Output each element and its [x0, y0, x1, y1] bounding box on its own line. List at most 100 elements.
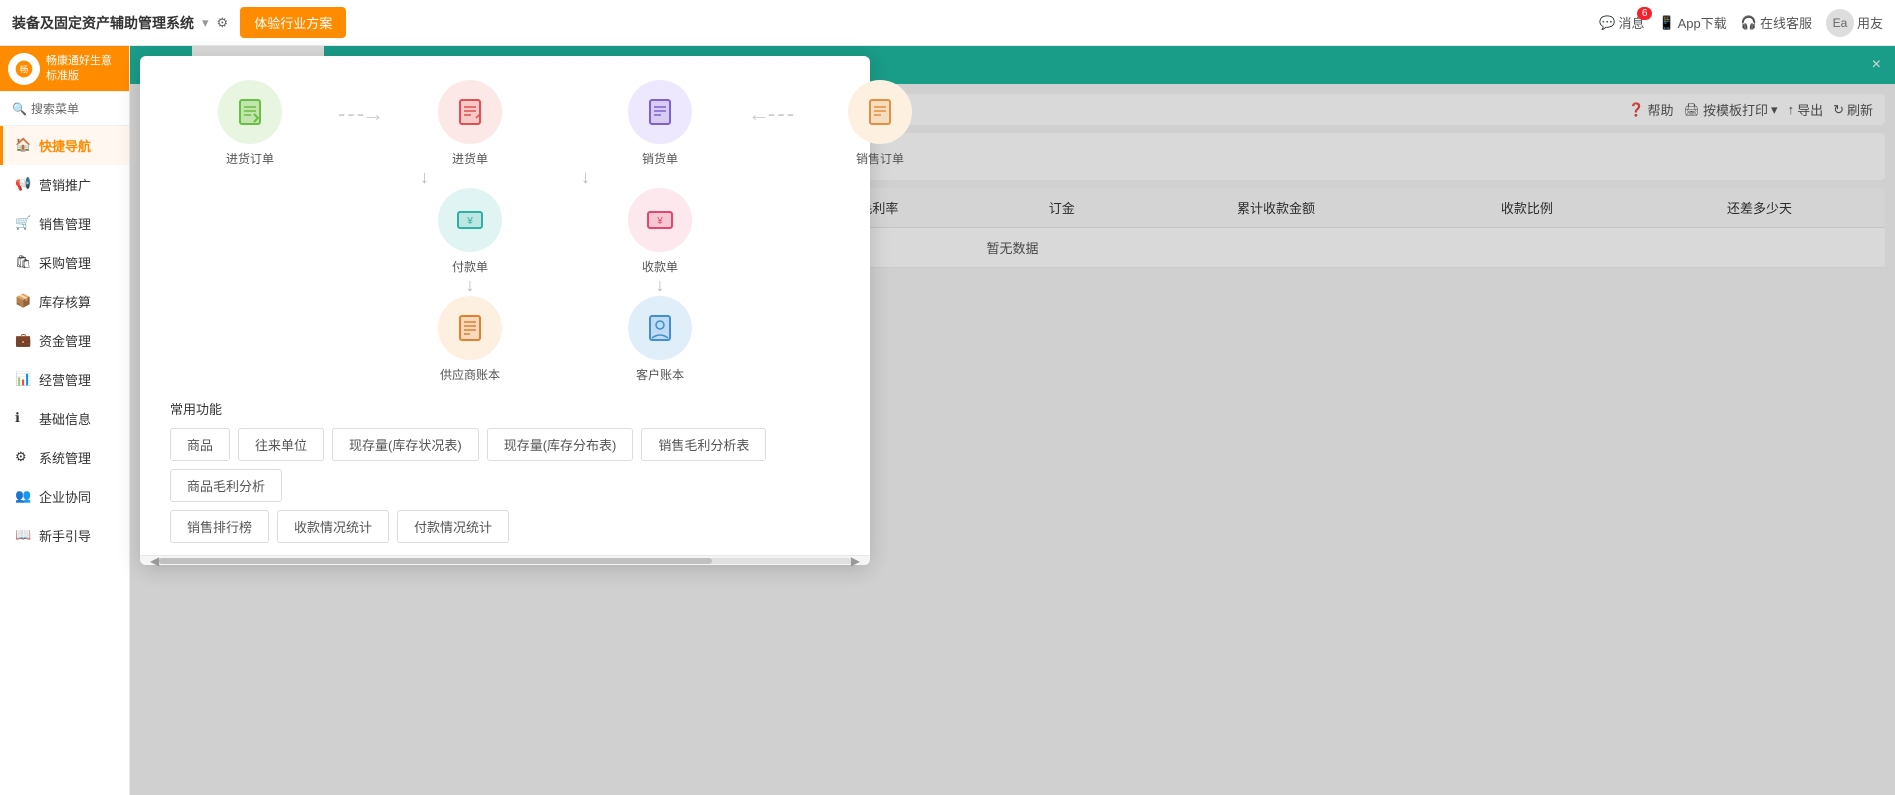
bag-icon: 🛍 [15, 254, 33, 272]
func-btn-stock-status[interactable]: 现存量(库存状况表) [332, 428, 479, 461]
sidebar-item-enterprise[interactable]: 👥 企业协同 [0, 477, 129, 516]
customer-account-label: 客户账本 [636, 366, 684, 383]
sidebar-nav: 🏠 快捷导航 📢 营销推广 🛒 销售管理 🛍 采购管理 📦 库存核 [0, 126, 129, 795]
modal-scrollbar: ◀ ▶ [140, 555, 870, 565]
func-btn-stock-dist[interactable]: 现存量(库存分布表) [487, 428, 634, 461]
func-btn-sales-profit[interactable]: 销售毛利分析表 [641, 428, 766, 461]
svg-text:¥: ¥ [656, 216, 663, 227]
func-buttons-row2: 销售排行榜 收款情况统计 付款情况统计 [170, 510, 840, 543]
megaphone-icon: 📢 [15, 176, 33, 194]
app-download-icon: 📱 [1658, 15, 1674, 31]
arrow-down-payment: ↓ [466, 275, 475, 296]
purchase-order-icon [218, 84, 282, 144]
home-icon: 🏠 [15, 137, 33, 155]
payment-bill-label: 付款单 [452, 258, 488, 275]
scrollbar-thumb[interactable] [159, 558, 712, 564]
receipt-bill-label: 收款单 [642, 258, 678, 275]
func-btn-sales-rank[interactable]: 销售排行榜 [170, 510, 269, 543]
sidebar-item-basic[interactable]: ℹ 基础信息 [0, 399, 129, 438]
flow-node-supplier-account[interactable]: 供应商账本 [390, 296, 550, 383]
online-service-button[interactable]: 🎧 在线客服 [1741, 13, 1812, 32]
logo-icon: 畅 [8, 53, 40, 85]
logo-text: 畅康通好生意 标准版 [46, 54, 112, 83]
wallet-icon: 💼 [15, 332, 33, 350]
func-btn-product[interactable]: 商品 [170, 428, 230, 461]
sidebar-item-label: 基础信息 [39, 409, 91, 428]
online-service-label: 在线客服 [1760, 13, 1812, 32]
scroll-right-arrow[interactable]: ▶ [851, 554, 860, 568]
user-label: 用友 [1857, 13, 1883, 32]
receipt-bill-icon: ¥ [628, 188, 692, 252]
sidebar-item-quick-nav[interactable]: 🏠 快捷导航 [0, 126, 129, 165]
user-menu[interactable]: Ea 用友 [1826, 9, 1883, 37]
scrollbar-track[interactable] [159, 558, 851, 564]
supplier-account-icon [438, 296, 502, 360]
app-download-label: App下载 [1678, 13, 1727, 32]
sidebar-item-purchase[interactable]: 🛍 采购管理 [0, 243, 129, 282]
sidebar-item-operation[interactable]: 📊 经营管理 [0, 360, 129, 399]
app-download-button[interactable]: 📱 App下载 [1658, 13, 1726, 32]
logo-area: 畅 畅康通好生意 标准版 [0, 46, 129, 92]
sidebar-item-label: 企业协同 [39, 487, 91, 506]
guide-icon: 📖 [15, 527, 33, 545]
sidebar-item-newbie[interactable]: 📖 新手引导 [0, 516, 129, 555]
message-icon: 💬 [1599, 15, 1615, 31]
sidebar-item-label: 经营管理 [39, 370, 91, 389]
sale-bill-label: 销货单 [642, 150, 678, 167]
func-btn-product-profit[interactable]: 商品毛利分析 [170, 469, 282, 502]
flow-node-customer-account[interactable]: 客户账本 [580, 296, 740, 383]
team-icon: 👥 [15, 488, 33, 506]
sidebar-item-label: 快捷导航 [39, 136, 91, 155]
flow-node-receipt-bill[interactable]: ¥ 收款单 [580, 188, 740, 275]
arrow-down-purchase: ↓ [420, 167, 429, 188]
flow-node-payment-bill[interactable]: ¥ 付款单 [390, 188, 550, 275]
payment-bill-icon: ¥ [438, 188, 502, 252]
flow-node-sale-order[interactable]: 销售订单 [800, 84, 960, 167]
func-btn-payment-stat[interactable]: 付款情况统计 [397, 510, 509, 543]
chart-icon: 📊 [15, 371, 33, 389]
sidebar-item-label: 库存核算 [39, 292, 91, 311]
modal-box: 进货订单 - - -→ 进货单 [140, 84, 870, 565]
sidebar-item-label: 资金管理 [39, 331, 91, 350]
svg-text:¥: ¥ [466, 216, 473, 227]
sidebar-item-inventory[interactable]: 📦 库存核算 [0, 282, 129, 321]
modal-overlay[interactable]: 进货订单 - - -→ 进货单 [130, 84, 1895, 795]
system-dropdown-icon[interactable]: ▾ [202, 15, 209, 31]
headset-icon: 🎧 [1741, 15, 1757, 31]
sidebar-item-sales[interactable]: 🛒 销售管理 [0, 204, 129, 243]
sale-order-icon [848, 84, 912, 144]
search-icon: 🔍 [12, 102, 27, 116]
sale-order-label: 销售订单 [856, 150, 904, 167]
system-title: 装备及固定资产辅助管理系统 [12, 13, 194, 33]
flow-node-purchase-bill[interactable]: 进货单 [390, 84, 550, 167]
sidebar-item-system[interactable]: ⚙ 系统管理 [0, 438, 129, 477]
flow-node-sale-bill[interactable]: 销货单 [580, 84, 740, 167]
sidebar-item-label: 销售管理 [39, 214, 91, 233]
sidebar-item-label: 采购管理 [39, 253, 91, 272]
func-buttons-row1: 商品 往来单位 现存量(库存状况表) 现存量(库存分布表) 销售毛利分析表 商品… [170, 428, 840, 502]
page-content: ❓ 帮助 🖨 按模板打印 ▾ ↑ 导出 ↻ 刷新 [130, 84, 1895, 795]
gear-icon: ⚙ [15, 449, 33, 467]
search-menu[interactable]: 🔍 搜索菜单 [0, 92, 129, 126]
sidebar-item-label: 系统管理 [39, 448, 91, 467]
sidebar-item-label: 营销推广 [39, 175, 91, 194]
func-btn-receipt-stat[interactable]: 收款情况统计 [277, 510, 389, 543]
message-button[interactable]: 💬 消息 6 [1599, 13, 1644, 32]
flow-node-purchase-order[interactable]: 进货订单 [170, 84, 330, 167]
arrow-down-sale: ↓ [581, 167, 590, 188]
purchase-order-label: 进货订单 [226, 150, 274, 167]
info-icon: ℹ [15, 410, 33, 428]
trial-button[interactable]: 体验行业方案 [240, 7, 346, 38]
common-funcs-title: 常用功能 [170, 399, 840, 418]
cart-icon: 🛒 [15, 215, 33, 233]
sidebar-item-finance[interactable]: 💼 资金管理 [0, 321, 129, 360]
scroll-left-arrow[interactable]: ◀ [150, 554, 159, 568]
message-badge: 6 [1637, 7, 1653, 20]
arrow-down-receipt: ↓ [656, 275, 665, 296]
sidebar-item-marketing[interactable]: 📢 营销推广 [0, 165, 129, 204]
settings-icon[interactable]: ⚙ [217, 15, 229, 31]
func-btn-partner[interactable]: 往来单位 [238, 428, 324, 461]
purchase-bill-label: 进货单 [452, 150, 488, 167]
svg-text:畅: 畅 [20, 64, 28, 74]
supplier-account-label: 供应商账本 [440, 366, 500, 383]
